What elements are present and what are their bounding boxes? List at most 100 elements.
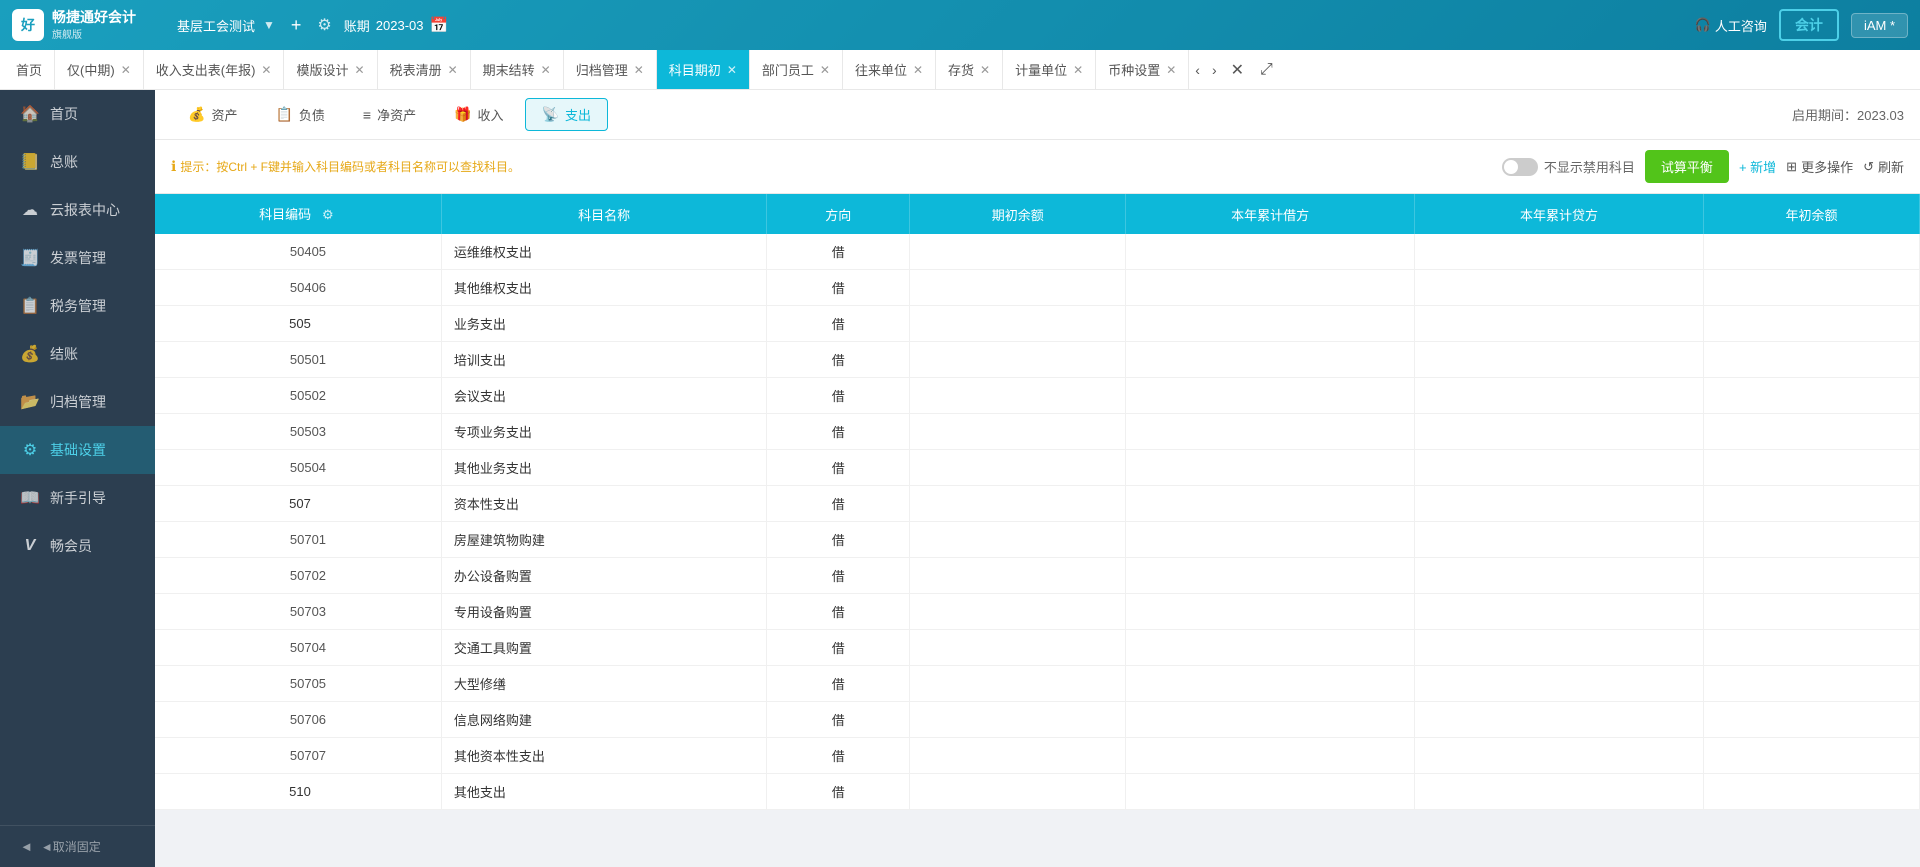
tab-close-bizhong[interactable]: ✕ [1166, 63, 1176, 77]
cell-direction: 借 [767, 774, 910, 810]
cell-year-opening [1704, 234, 1920, 270]
table-row[interactable]: 507资本性支出借 [155, 486, 1920, 522]
org-selector[interactable]: 基层工会测试 ▼ + ⚙ [177, 15, 332, 36]
tab-home[interactable]: 首页 [4, 50, 55, 90]
sidebar-item-tax[interactable]: 📋 税务管理 [0, 282, 155, 330]
table-row[interactable]: 50405运维维权支出借 [155, 234, 1920, 270]
calendar-icon[interactable]: 📅 [430, 16, 449, 34]
tab-wanglai[interactable]: 往来单位 ✕ [843, 50, 936, 90]
cell-direction: 借 [767, 666, 910, 702]
sidebar-item-checkout[interactable]: 💰 结账 [0, 330, 155, 378]
support-button[interactable]: 🎧 人工咨询 [1695, 16, 1767, 35]
tab-close-zhongqi[interactable]: ✕ [121, 63, 131, 77]
tab-shouru[interactable]: 收入支出表(年报) ✕ [144, 50, 285, 90]
tab-guidang[interactable]: 归档管理 ✕ [564, 50, 657, 90]
cell-opening-balance [910, 630, 1126, 666]
cell-direction: 借 [767, 306, 910, 342]
tab-close-shuibiao[interactable]: ✕ [448, 63, 458, 77]
liability-icon: 📋 [275, 106, 292, 123]
sub-tab-asset[interactable]: 💰 资产 [171, 98, 254, 131]
tab-shuibiao[interactable]: 税表清册 ✕ [378, 50, 471, 90]
tab-close-cunhuo[interactable]: ✕ [980, 63, 990, 77]
cell-name: 业务支出 [441, 306, 766, 342]
cell-ytd-credit [1415, 342, 1704, 378]
toggle-disabled-switch[interactable] [1502, 158, 1538, 176]
settings-icon[interactable]: ⚙ [317, 15, 331, 35]
tab-prev-button[interactable]: ‹ [1189, 50, 1206, 90]
tab-close-kemuqichu[interactable]: ✕ [727, 63, 737, 77]
table-row[interactable]: 50503专项业务支出借 [155, 414, 1920, 450]
cell-ytd-credit [1415, 738, 1704, 774]
table-row[interactable]: 50502会议支出借 [155, 378, 1920, 414]
cell-name: 运维维权支出 [441, 234, 766, 270]
table-row[interactable]: 50707其他资本性支出借 [155, 738, 1920, 774]
table-row[interactable]: 50706信息网络购建借 [155, 702, 1920, 738]
tab-jiliang[interactable]: 计量单位 ✕ [1003, 50, 1096, 90]
tab-kemuqichu[interactable]: 科目期初 ✕ [657, 50, 750, 90]
period-label: 账期 [344, 16, 370, 35]
more-operations-button[interactable]: ⊞ 更多操作 [1786, 157, 1853, 176]
cell-code: 507 [155, 486, 441, 522]
tab-close-qimo[interactable]: ✕ [541, 63, 551, 77]
table-row[interactable]: 510其他支出借 [155, 774, 1920, 810]
sidebar-item-archive[interactable]: 📂 归档管理 [0, 378, 155, 426]
table-row[interactable]: 50701房屋建筑物购建借 [155, 522, 1920, 558]
cell-code: 50707 [155, 738, 441, 774]
cell-name: 其他维权支出 [441, 270, 766, 306]
tab-cunhuo[interactable]: 存货 ✕ [936, 50, 1003, 90]
sidebar-item-guide[interactable]: 📖 新手引导 [0, 474, 155, 522]
sidebar-collapse-button[interactable]: ◄ ◄取消固定 [0, 825, 155, 867]
table-row[interactable]: 50704交通工具购置借 [155, 630, 1920, 666]
org-dropdown-icon[interactable]: ▼ [263, 18, 275, 32]
sidebar-item-cloud-reports[interactable]: ☁ 云报表中心 [0, 186, 155, 234]
tab-close-wanglai[interactable]: ✕ [913, 63, 923, 77]
cell-name: 其他支出 [441, 774, 766, 810]
table-row[interactable]: 50703专用设备购置借 [155, 594, 1920, 630]
cell-ytd-debit [1126, 486, 1415, 522]
sidebar-item-basic-settings[interactable]: ⚙ 基础设置 [0, 426, 155, 474]
tab-qimo[interactable]: 期末结转 ✕ [471, 50, 564, 90]
table-row[interactable]: 50406其他维权支出借 [155, 270, 1920, 306]
table-row[interactable]: 50705大型修缮借 [155, 666, 1920, 702]
tab-close-bumen[interactable]: ✕ [820, 63, 830, 77]
cell-direction: 借 [767, 522, 910, 558]
refresh-button[interactable]: ↺ 刷新 [1863, 157, 1904, 176]
table-row[interactable]: 50501培训支出借 [155, 342, 1920, 378]
tab-bizhong[interactable]: 币种设置 ✕ [1096, 50, 1189, 90]
table-row[interactable]: 50702办公设备购置借 [155, 558, 1920, 594]
table-row[interactable]: 50504其他业务支出借 [155, 450, 1920, 486]
sub-tab-income[interactable]: 🎁 收入 [437, 98, 520, 131]
grid-icon: ⊞ [1786, 159, 1797, 175]
tab-zhongqi[interactable]: 仅(中期) ✕ [55, 50, 144, 90]
tab-close-jiliang[interactable]: ✕ [1073, 63, 1083, 77]
home-icon: 🏠 [20, 104, 40, 124]
tab-close-guidang[interactable]: ✕ [634, 63, 644, 77]
add-org-button[interactable]: + [291, 15, 302, 36]
tab-moban[interactable]: 模版设计 ✕ [284, 50, 377, 90]
sub-tab-expense[interactable]: 📡 支出 [525, 98, 608, 131]
tab-bumen[interactable]: 部门员工 ✕ [750, 50, 843, 90]
cell-opening-balance [910, 486, 1126, 522]
cell-code: 50406 [155, 270, 441, 306]
table-row[interactable]: 505业务支出借 [155, 306, 1920, 342]
cell-name: 办公设备购置 [441, 558, 766, 594]
sidebar-item-invoice[interactable]: 🧾 发票管理 [0, 234, 155, 282]
sub-tab-net-asset[interactable]: ≡ 净资产 [346, 98, 433, 131]
calculate-balance-button[interactable]: 试算平衡 [1645, 150, 1729, 183]
cell-code: 50706 [155, 702, 441, 738]
sidebar-item-general-ledger[interactable]: 📒 总账 [0, 138, 155, 186]
cell-ytd-credit [1415, 774, 1704, 810]
logo-area: 好 畅捷通好会计 旗舰版 [12, 9, 167, 41]
tab-close-all-button[interactable]: ✕ [1223, 50, 1252, 90]
sidebar-item-vip[interactable]: V 畅会员 [0, 522, 155, 570]
tab-expand-button[interactable]: ⤢ [1252, 50, 1281, 90]
sub-tab-liability[interactable]: 📋 负债 [258, 98, 341, 131]
tab-close-shouru[interactable]: ✕ [261, 63, 271, 77]
period-selector: 账期 2023-03 📅 [344, 16, 448, 35]
tab-next-button[interactable]: › [1206, 50, 1223, 90]
tab-close-moban[interactable]: ✕ [355, 63, 365, 77]
col-settings-icon[interactable]: ⚙ [319, 206, 337, 224]
kuaiji-button[interactable]: 会计 [1779, 9, 1839, 41]
add-button[interactable]: + 新增 [1739, 157, 1776, 176]
sidebar-item-home[interactable]: 🏠 首页 [0, 90, 155, 138]
